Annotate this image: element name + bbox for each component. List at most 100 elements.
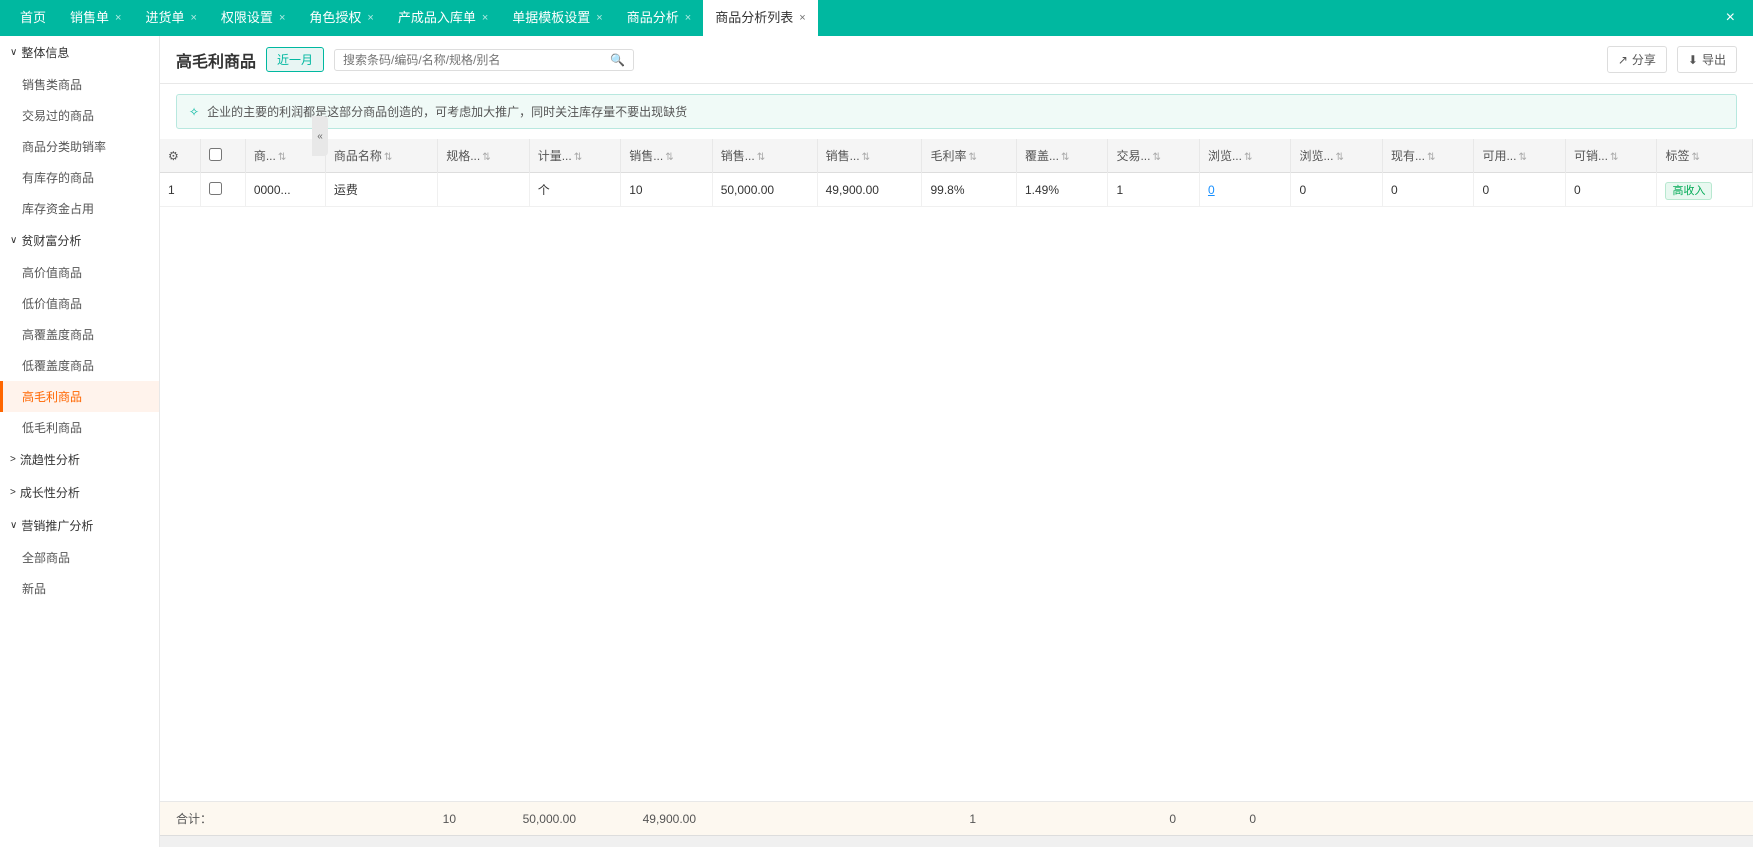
nav-close-1[interactable]: × [115, 0, 121, 36]
nav-item-6[interactable]: 单据模板设置× [500, 0, 614, 36]
col-header-checkbox[interactable] [201, 139, 246, 173]
col-header-tag[interactable]: 标签⇅ [1657, 139, 1753, 173]
footer-sale-amount: 50,000.00 [456, 812, 576, 826]
sort-icon-view2: ⇅ [1335, 152, 1343, 163]
footer-label: 合计： [176, 810, 376, 827]
sidebar-group-label-2: 流趋性分析 [20, 451, 80, 468]
footer-current: 0 [1096, 812, 1176, 826]
sidebar-group-2[interactable]: > 流趋性分析 [0, 443, 159, 476]
sort-icon-trade: ⇅ [1152, 152, 1160, 163]
horizontal-scrollbar[interactable] [160, 835, 1753, 847]
search-icon[interactable]: 🔍 [610, 53, 625, 67]
sidebar-item-0-4[interactable]: 库存资金占用 [0, 193, 159, 224]
sidebar-group-4[interactable]: ∨ 营销推广分析 [0, 509, 159, 542]
nav-item-1[interactable]: 销售单× [58, 0, 133, 36]
sort-icon-unit: ⇅ [574, 152, 582, 163]
settings-icon[interactable]: ⚙ [168, 149, 179, 163]
data-table-container: ⚙商...⇅商品名称⇅规格...⇅计量...⇅销售...⇅销售...⇅销售...… [160, 139, 1753, 801]
row-view2: 0 [1291, 173, 1383, 207]
top-nav: 首页销售单×进货单×权限设置×角色授权×产成品入库单×单据模板设置×商品分析×商… [0, 0, 1753, 36]
nav-item-7[interactable]: 商品分析× [615, 0, 703, 36]
row-sale-amount: 50,000.00 [712, 173, 817, 207]
sidebar-item-4-1[interactable]: 新品 [0, 573, 159, 604]
row-current: 0 [1382, 173, 1474, 207]
sidebar-group-0[interactable]: ∨整体信息 [0, 36, 159, 69]
nav-item-4[interactable]: 角色授权× [297, 0, 385, 36]
row-gross-margin: 99.8% [922, 173, 1016, 207]
sidebar-item-4-0[interactable]: 全部商品 [0, 542, 159, 573]
sort-icon-sale_amount: ⇅ [757, 152, 765, 163]
view-link[interactable]: 0 [1208, 183, 1215, 197]
col-header-saleable[interactable]: 可销...⇅ [1565, 139, 1657, 173]
row-sale-cost: 49,900.00 [817, 173, 922, 207]
sidebar-item-1-0[interactable]: 高价值商品 [0, 257, 159, 288]
nav-close-6[interactable]: × [596, 0, 602, 36]
sort-icon-sale_qty: ⇅ [665, 152, 673, 163]
sidebar-item-0-1[interactable]: 交易过的商品 [0, 100, 159, 131]
nav-item-2[interactable]: 进货单× [133, 0, 208, 36]
col-header-sale_cost[interactable]: 销售...⇅ [817, 139, 922, 173]
sidebar-item-1-1[interactable]: 低价值商品 [0, 288, 159, 319]
col-header-gross_margin[interactable]: 毛利率⇅ [922, 139, 1016, 173]
sort-icon-code: ⇅ [278, 152, 286, 163]
col-header-settings[interactable]: ⚙ [160, 139, 201, 173]
content-area: 高毛利商品 近一月 🔍 ↗ 分享 ⬇ 导出 ✧ 企业的主要 [160, 36, 1753, 847]
search-input[interactable] [343, 53, 610, 67]
select-all-checkbox[interactable] [209, 148, 222, 161]
col-header-trade[interactable]: 交易...⇅ [1108, 139, 1200, 173]
footer-available: 0 [1176, 812, 1256, 826]
sidebar-item-0-2[interactable]: 商品分类助销率 [0, 131, 159, 162]
sidebar: ∨整体信息销售类商品交易过的商品商品分类助销率有库存的商品库存资金占用∨贫财富分… [0, 36, 160, 847]
sidebar-item-1-2[interactable]: 高覆盖度商品 [0, 319, 159, 350]
col-header-sale_amount[interactable]: 销售...⇅ [712, 139, 817, 173]
footer-sale-qty: 10 [376, 812, 456, 826]
col-header-view1[interactable]: 浏览...⇅ [1199, 139, 1291, 173]
row-sale-qty: 10 [621, 173, 713, 207]
nav-item-0[interactable]: 首页 [8, 0, 58, 36]
col-header-view2[interactable]: 浏览...⇅ [1291, 139, 1383, 173]
nav-close-8[interactable]: × [799, 0, 805, 36]
nav-close-7[interactable]: × [685, 0, 691, 36]
sidebar-item-0-3[interactable]: 有库存的商品 [0, 162, 159, 193]
nav-close-2[interactable]: × [190, 0, 196, 36]
sidebar-item-1-3[interactable]: 低覆盖度商品 [0, 350, 159, 381]
sidebar-collapse-button[interactable]: « [312, 116, 328, 156]
sidebar-group-label-4: 营销推广分析 [21, 517, 93, 534]
share-button[interactable]: ↗ 分享 [1607, 46, 1667, 73]
group-arrow-icon-2: > [10, 454, 16, 465]
nav-item-3[interactable]: 权限设置× [209, 0, 297, 36]
sidebar-group-1[interactable]: ∨ 贫财富分析 [0, 224, 159, 257]
col-header-available[interactable]: 可用...⇅ [1474, 139, 1566, 173]
row-tag: 高收入 [1657, 173, 1753, 207]
data-table: ⚙商...⇅商品名称⇅规格...⇅计量...⇅销售...⇅销售...⇅销售...… [160, 139, 1753, 207]
window-close-button[interactable]: × [1716, 9, 1745, 27]
col-header-name[interactable]: 商品名称⇅ [325, 139, 437, 173]
nav-item-8[interactable]: 商品分析列表× [703, 0, 817, 36]
group-arrow-icon-4: ∨ [10, 520, 17, 531]
sidebar-group-3[interactable]: >成长性分析 [0, 476, 159, 509]
col-header-current[interactable]: 现有...⇅ [1382, 139, 1474, 173]
sort-icon-name: ⇅ [384, 152, 392, 163]
nav-item-5[interactable]: 产成品入库单× [386, 0, 500, 36]
sidebar-group-label-1: 贫财富分析 [21, 232, 81, 249]
col-header-coverage[interactable]: 覆盖...⇅ [1016, 139, 1108, 173]
col-header-spec[interactable]: 规格...⇅ [438, 139, 530, 173]
sidebar-item-0-0[interactable]: 销售类商品 [0, 69, 159, 100]
row-view1: 0 [1199, 173, 1291, 207]
nav-close-3[interactable]: × [279, 0, 285, 36]
sidebar-item-1-5[interactable]: 低毛利商品 [0, 412, 159, 443]
content-header: 高毛利商品 近一月 🔍 ↗ 分享 ⬇ 导出 [160, 36, 1753, 84]
group-arrow-icon-1: ∨ [10, 235, 17, 246]
col-header-unit[interactable]: 计量...⇅ [529, 139, 621, 173]
nav-close-4[interactable]: × [367, 0, 373, 36]
export-button[interactable]: ⬇ 导出 [1677, 46, 1737, 73]
filter-recent-month-button[interactable]: 近一月 [266, 47, 324, 72]
row-select-checkbox[interactable] [209, 182, 222, 195]
nav-close-5[interactable]: × [482, 0, 488, 36]
row-unit: 个 [529, 173, 621, 207]
col-header-sale_qty[interactable]: 销售...⇅ [621, 139, 713, 173]
group-arrow-icon-3: > [10, 487, 16, 498]
row-trade: 1 [1108, 173, 1200, 207]
sidebar-group-label-0: 整体信息 [21, 44, 69, 61]
sidebar-item-1-4[interactable]: 高毛利商品 [0, 381, 159, 412]
